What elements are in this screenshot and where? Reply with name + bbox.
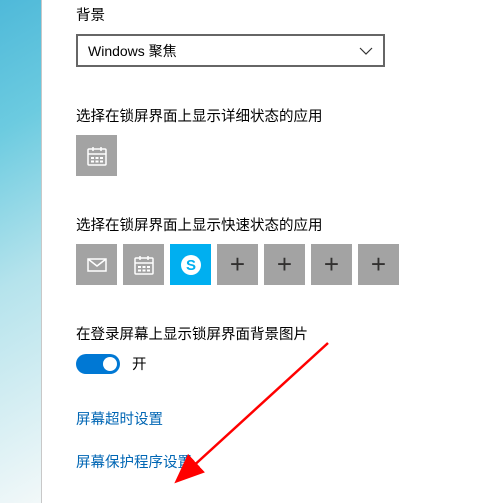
svg-text:S: S — [185, 257, 195, 274]
plus-icon: + — [324, 249, 339, 280]
background-dropdown[interactable]: Windows 聚焦 — [76, 34, 385, 67]
plus-icon: + — [371, 249, 386, 280]
show-bg-toggle[interactable] — [76, 354, 120, 374]
show-bg-label: 在登录屏幕上显示锁屏界面背景图片 — [76, 323, 472, 344]
app-tile-add-1[interactable]: + — [217, 244, 258, 285]
mail-icon — [86, 254, 108, 276]
settings-content: 背景 Windows 聚焦 选择在锁屏界面上显示详细状态的应用 — [42, 0, 500, 503]
plus-icon: + — [230, 249, 245, 280]
chevron-down-icon — [359, 47, 373, 55]
toggle-state-label: 开 — [132, 353, 147, 374]
plus-icon: + — [277, 249, 292, 280]
toggle-knob — [103, 357, 117, 371]
window-left-edge — [0, 0, 42, 503]
calendar-icon — [86, 145, 108, 167]
calendar-icon — [133, 254, 155, 276]
link-screensaver-settings[interactable]: 屏幕保护程序设置 — [76, 451, 192, 472]
show-bg-section: 在登录屏幕上显示锁屏界面背景图片 开 — [76, 323, 472, 374]
detail-status-label: 选择在锁屏界面上显示详细状态的应用 — [76, 105, 472, 126]
background-label: 背景 — [76, 4, 472, 25]
background-dropdown-value: Windows 聚焦 — [88, 41, 177, 61]
quick-status-section: 选择在锁屏界面上显示快速状态的应用 — [76, 214, 472, 285]
link-screen-timeout[interactable]: 屏幕超时设置 — [76, 408, 163, 429]
app-tile-calendar[interactable] — [123, 244, 164, 285]
background-section: 背景 Windows 聚焦 — [76, 4, 472, 67]
app-tile-calendar[interactable] — [76, 135, 117, 176]
app-tile-mail[interactable] — [76, 244, 117, 285]
detail-status-section: 选择在锁屏界面上显示详细状态的应用 — [76, 105, 472, 176]
app-tile-add-2[interactable]: + — [264, 244, 305, 285]
app-tile-add-3[interactable]: + — [311, 244, 352, 285]
app-tile-skype[interactable]: S — [170, 244, 211, 285]
app-tile-add-4[interactable]: + — [358, 244, 399, 285]
skype-icon: S — [179, 253, 203, 277]
quick-status-label: 选择在锁屏界面上显示快速状态的应用 — [76, 214, 472, 235]
